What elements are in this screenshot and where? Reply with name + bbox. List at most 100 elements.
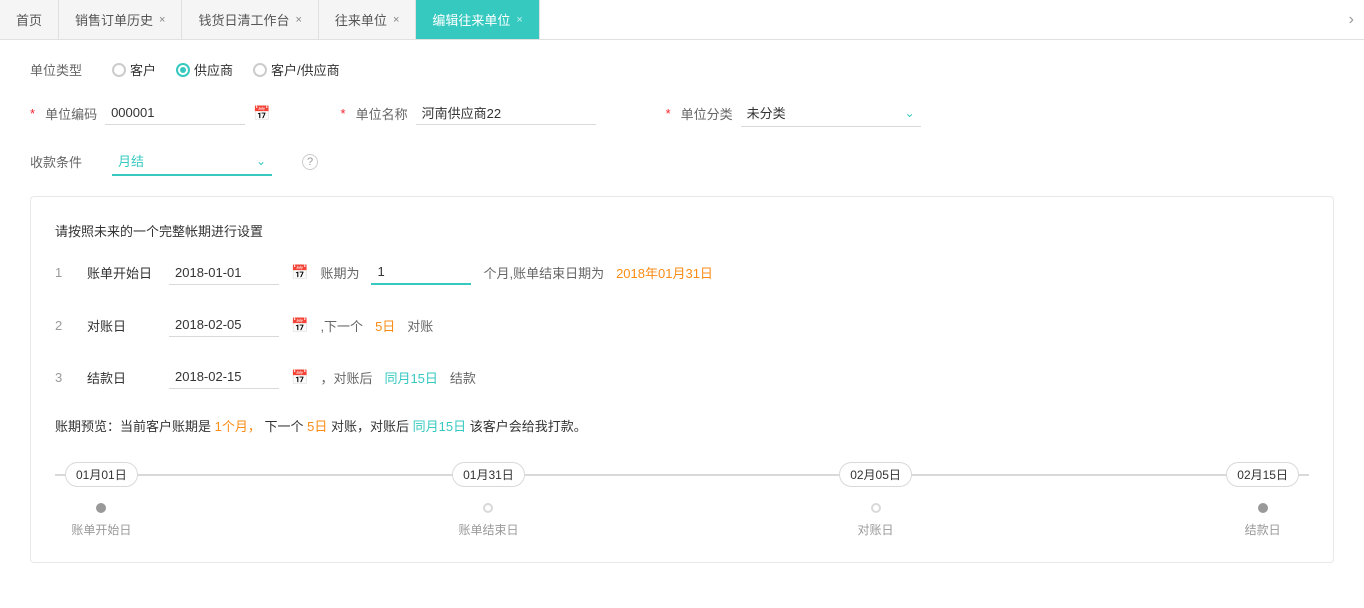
period-calendar-1[interactable]: 📅 bbox=[291, 264, 308, 281]
tab-partner-close[interactable]: × bbox=[393, 14, 399, 26]
preview-payment-highlight: 同月15日 bbox=[413, 419, 466, 434]
radio-supplier-circle bbox=[176, 63, 190, 77]
period-end-date: 2018年01月31日 bbox=[616, 263, 713, 282]
unit-category-label: 单位分类 bbox=[681, 104, 733, 123]
period-desc-prefix-1: 账期为 bbox=[320, 263, 359, 282]
period-row-3: 3 结款日 📅 ，对账后 同月15日 结款 bbox=[55, 365, 1309, 389]
preview-section: 账期预览：当前客户账期是 1个月， 下一个 5日 对账，对账后 同月15日 该客… bbox=[55, 417, 1309, 538]
unit-info-row: * 单位编码 📅 * 单位名称 * 单位分类 未分类 ⌄ bbox=[30, 99, 1334, 127]
unit-code-input[interactable] bbox=[105, 101, 245, 125]
page-content: 单位类型 客户 供应商 客户/供应商 * 单位编码 📅 * 单位名称 bbox=[0, 40, 1364, 608]
timeline-sub-2: 账单结束日 bbox=[458, 521, 518, 538]
timeline: 01月01日 账单开始日 01月31日 账单结束日 02月05日 对账 bbox=[55, 462, 1309, 538]
timeline-point-1: 01月01日 账单开始日 bbox=[65, 462, 138, 538]
preview-reconcile-prefix: 下一个 bbox=[265, 419, 304, 434]
radio-supplier[interactable]: 供应商 bbox=[176, 60, 233, 79]
timeline-point-3: 02月05日 对账日 bbox=[839, 462, 912, 538]
unit-code-field: * 单位编码 📅 bbox=[30, 101, 271, 125]
preview-reconcile-highlight: 5日 bbox=[307, 419, 327, 434]
tab-home-label: 首页 bbox=[16, 10, 42, 29]
tab-partner[interactable]: 往来单位 × bbox=[319, 0, 416, 39]
payment-terms-row: 收款条件 月结 ⌄ ? bbox=[30, 147, 1334, 176]
period-desc-suffix-1: 个月,账单结束日期为 bbox=[483, 263, 604, 282]
timeline-points: 01月01日 账单开始日 01月31日 账单结束日 02月05日 对账 bbox=[55, 462, 1309, 538]
unit-code-star: * bbox=[30, 106, 35, 121]
period-calendar-2[interactable]: 📅 bbox=[291, 317, 308, 334]
period-num-3: 3 bbox=[55, 370, 75, 385]
timeline-dot-2 bbox=[483, 503, 493, 513]
period-num-1: 1 bbox=[55, 265, 75, 280]
help-icon[interactable]: ? bbox=[302, 154, 318, 170]
radio-customer-label: 客户 bbox=[130, 60, 156, 79]
unit-type-label: 单位类型 bbox=[30, 60, 82, 79]
unit-category-dropdown[interactable]: 未分类 ⌄ bbox=[741, 99, 921, 127]
timeline-dot-1 bbox=[96, 503, 106, 513]
period-months-input[interactable] bbox=[371, 260, 471, 285]
tab-nav-more[interactable]: › bbox=[1339, 0, 1364, 39]
period-settings-card: 请按照未来的一个完整帐期进行设置 1 账单开始日 📅 账期为 个月,账单结束日期… bbox=[30, 196, 1334, 563]
period-label-1: 账单开始日 bbox=[87, 263, 157, 282]
unit-name-star: * bbox=[341, 106, 346, 121]
preview-label: 账期预览：当前客户账期是 bbox=[55, 419, 211, 434]
tab-partner-label: 往来单位 bbox=[335, 10, 387, 29]
period-desc-prefix-3: ，对账后 bbox=[320, 368, 372, 387]
period-date-3[interactable] bbox=[169, 365, 279, 389]
tab-bar: 首页 销售订单历史 × 钱货日清工作台 × 往来单位 × 编辑往来单位 × › bbox=[0, 0, 1364, 40]
period-date-1[interactable] bbox=[169, 261, 279, 285]
timeline-dot-3 bbox=[871, 503, 881, 513]
tab-home[interactable]: 首页 bbox=[0, 0, 59, 39]
unit-type-row: 单位类型 客户 供应商 客户/供应商 bbox=[30, 60, 1334, 79]
unit-code-icon[interactable]: 📅 bbox=[253, 105, 270, 122]
timeline-sub-3: 对账日 bbox=[858, 521, 894, 538]
period-calendar-3[interactable]: 📅 bbox=[291, 369, 308, 386]
preview-text: 账期预览：当前客户账期是 1个月， 下一个 5日 对账，对账后 同月15日 该客… bbox=[55, 417, 1309, 438]
tab-cash-work-close[interactable]: × bbox=[295, 14, 301, 26]
preview-period: 1个月， bbox=[215, 419, 261, 434]
period-label-2: 对账日 bbox=[87, 316, 157, 335]
tab-cash-work[interactable]: 钱货日清工作台 × bbox=[182, 0, 318, 39]
tab-sales-order-label: 销售订单历史 bbox=[75, 10, 153, 29]
tab-edit-partner-close[interactable]: × bbox=[516, 14, 522, 26]
preview-reconcile-suffix: 对账，对账后 bbox=[331, 419, 409, 434]
unit-category-field: * 单位分类 未分类 ⌄ bbox=[666, 99, 921, 127]
unit-code-label: 单位编码 bbox=[45, 104, 97, 123]
unit-name-input[interactable] bbox=[416, 101, 596, 125]
period-desc-prefix-2: ,下一个 bbox=[320, 316, 363, 335]
tab-sales-order-history[interactable]: 销售订单历史 × bbox=[59, 0, 182, 39]
radio-customer[interactable]: 客户 bbox=[112, 60, 156, 79]
unit-name-field: * 单位名称 bbox=[341, 101, 596, 125]
timeline-dot-4 bbox=[1258, 503, 1268, 513]
period-payment-day: 同月15日 bbox=[384, 368, 437, 387]
payment-terms-dropdown[interactable]: 月结 ⌄ bbox=[112, 147, 272, 176]
timeline-point-4: 02月15日 结款日 bbox=[1226, 462, 1299, 538]
timeline-date-1: 01月01日 bbox=[65, 462, 138, 487]
radio-customer-circle bbox=[112, 63, 126, 77]
timeline-date-4: 02月15日 bbox=[1226, 462, 1299, 487]
tab-edit-partner-label: 编辑往来单位 bbox=[432, 10, 510, 29]
period-num-2: 2 bbox=[55, 318, 75, 333]
payment-terms-chevron-icon: ⌄ bbox=[256, 154, 266, 168]
timeline-sub-4: 结款日 bbox=[1245, 521, 1281, 538]
period-reconcile-day: 5日 bbox=[375, 316, 395, 335]
tab-cash-work-label: 钱货日清工作台 bbox=[198, 10, 289, 29]
unit-category-star: * bbox=[666, 106, 671, 121]
period-row-1: 1 账单开始日 📅 账期为 个月,账单结束日期为 2018年01月31日 bbox=[55, 260, 1309, 285]
radio-both-circle bbox=[253, 63, 267, 77]
card-instruction: 请按照未来的一个完整帐期进行设置 bbox=[55, 221, 1309, 240]
period-label-3: 结款日 bbox=[87, 368, 157, 387]
tab-edit-partner[interactable]: 编辑往来单位 × bbox=[416, 0, 539, 39]
period-desc-suffix-2: 对账 bbox=[407, 316, 433, 335]
radio-both-label: 客户/供应商 bbox=[271, 60, 340, 79]
timeline-date-2: 01月31日 bbox=[452, 462, 525, 487]
payment-terms-label: 收款条件 bbox=[30, 152, 82, 171]
period-date-2[interactable] bbox=[169, 313, 279, 337]
timeline-point-2: 01月31日 账单结束日 bbox=[452, 462, 525, 538]
preview-payment-suffix: 该客户会给我打款。 bbox=[470, 419, 587, 434]
period-row-2: 2 对账日 📅 ,下一个 5日 对账 bbox=[55, 313, 1309, 337]
unit-category-chevron: ⌄ bbox=[905, 106, 915, 120]
tab-sales-order-close[interactable]: × bbox=[159, 14, 165, 26]
unit-type-radio-group: 客户 供应商 客户/供应商 bbox=[112, 60, 340, 79]
timeline-date-3: 02月05日 bbox=[839, 462, 912, 487]
period-desc-suffix-3: 结款 bbox=[450, 368, 476, 387]
radio-both[interactable]: 客户/供应商 bbox=[253, 60, 340, 79]
